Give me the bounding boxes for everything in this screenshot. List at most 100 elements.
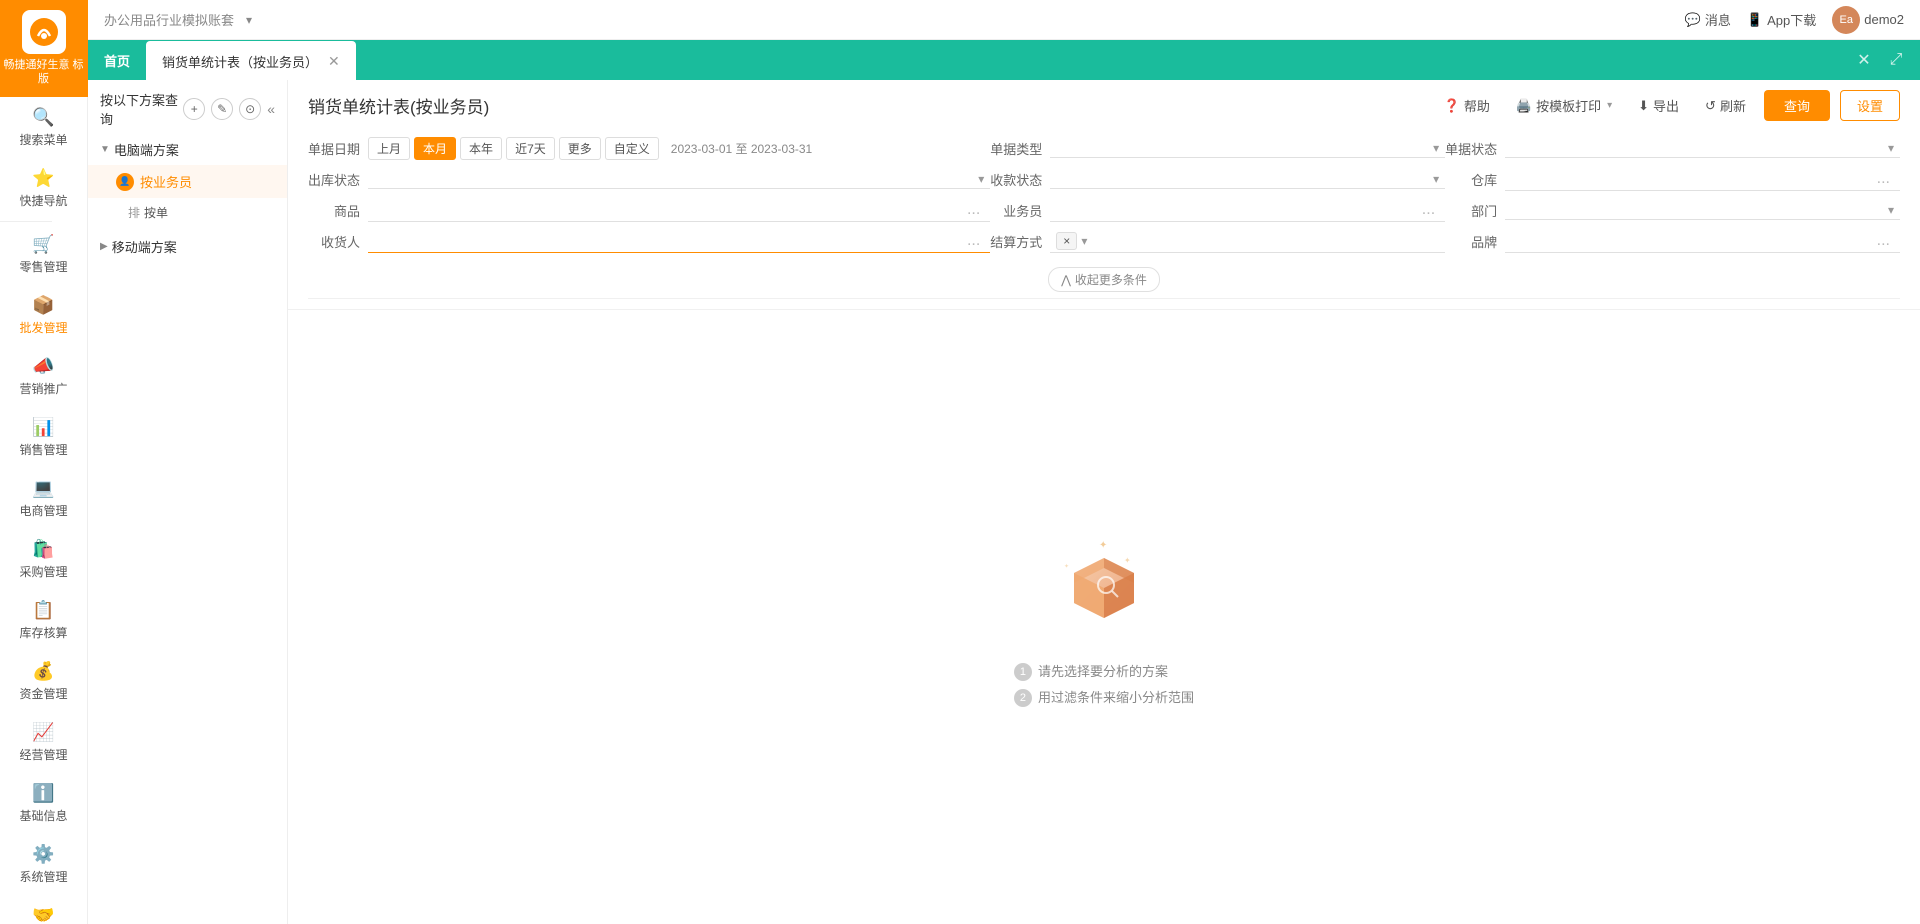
sidebar-item-corp[interactable]: 🤝 企业协同 (0, 895, 87, 924)
pay-method-control[interactable]: × ▾ (1050, 230, 1445, 253)
edit-scheme-btn[interactable]: ✎ (211, 98, 233, 120)
page-header-row: 销货单统计表(按业务员) ❓ 帮助 🖨️ 按模板打印 ▾ ⬇ 导出 (288, 80, 1920, 127)
refresh-btn[interactable]: ↺ 刷新 (1697, 92, 1754, 119)
receipt-status-control[interactable]: ▾ (1050, 170, 1445, 189)
staff-dots[interactable]: ... (1418, 201, 1439, 219)
doc-status-label: 单据状态 (1445, 139, 1505, 158)
filter-consignee: 收货人 ... (308, 230, 990, 253)
brand-control[interactable]: ... (1505, 230, 1900, 253)
refresh-icon: ↺ (1705, 98, 1716, 114)
export-label: 导出 (1653, 96, 1679, 115)
sidebar-item-inventory[interactable]: 📋 库存核算 (0, 590, 87, 651)
goods-dots[interactable]: ... (963, 201, 984, 219)
ecommerce-icon: 💻 (32, 478, 54, 499)
doc-type-control[interactable]: ▾ (1050, 139, 1445, 158)
sidebar-item-shortcut[interactable]: ⭐ 快捷导航 (0, 158, 87, 219)
warehouse-control[interactable]: ... (1505, 168, 1900, 191)
tab-home[interactable]: 首页 (88, 40, 146, 80)
help-btn[interactable]: ❓ 帮助 (1436, 92, 1498, 119)
topbar-right: 💬 消息 📱 App下载 Ea demo2 (1685, 6, 1904, 34)
main-area: 办公用品行业模拟账套 ▾ 💬 消息 📱 App下载 Ea demo2 首页 (88, 0, 1920, 924)
sidebar-item-marketing[interactable]: 📣 营销推广 (0, 346, 87, 407)
user-menu[interactable]: Ea demo2 (1832, 6, 1904, 34)
date-btn-last-month[interactable]: 上月 (368, 137, 410, 160)
warehouse-dots[interactable]: ... (1873, 170, 1894, 188)
search-icon: 🔍 (32, 107, 54, 128)
brand-dots[interactable]: ... (1873, 232, 1894, 250)
svg-text:✦: ✦ (1099, 540, 1107, 551)
print-label: 按模板打印 (1536, 96, 1601, 115)
sidebar-item-ops[interactable]: 📈 经营管理 (0, 712, 87, 773)
dept-dropdown-arrow: ▾ (1888, 203, 1894, 217)
star-icon: ⭐ (32, 168, 54, 189)
subitem-icon: 排 (128, 204, 140, 221)
out-status-label: 出库状态 (308, 170, 368, 189)
empty-state: ✦ ✦ ✦ 1 请先选择要分析的方案 2 用过滤条件来 (288, 310, 1920, 924)
sales-icon: 📊 (32, 417, 54, 438)
sidebar-item-label: 销售管理 (19, 441, 67, 458)
brand-label: 品牌 (1445, 232, 1505, 251)
app-download-btn[interactable]: 📱 App下载 (1747, 10, 1816, 29)
filter-row-1: 单据日期 上月 本月 本年 近7天 更多 自定义 2023-03-01 至 20… (308, 137, 1900, 160)
date-btn-7days[interactable]: 近7天 (506, 137, 555, 160)
filter-doc-type: 单据类型 ▾ (990, 139, 1445, 158)
help-icon: ❓ (1444, 98, 1460, 114)
sidebar-item-finance[interactable]: 💰 资金管理 (0, 651, 87, 712)
sidebar-item-label: 营销推广 (19, 380, 67, 397)
consignee-control[interactable]: ... (368, 230, 990, 253)
tab-expand-btn[interactable]: ⤢ (1884, 48, 1908, 72)
copy-icon: ⊙ (245, 102, 255, 116)
left-panel-title: 按以下方案查询 (100, 90, 183, 128)
tab-close-all-btn[interactable]: ✕ (1852, 48, 1876, 72)
left-panel-subitem-by-order[interactable]: 排 按单 (88, 198, 287, 227)
consignee-dots[interactable]: ... (963, 232, 984, 250)
copy-scheme-btn[interactable]: ⊙ (239, 98, 261, 120)
doc-status-control[interactable]: ▾ (1505, 139, 1900, 158)
left-panel-item-by-staff[interactable]: 👤 按业务员 (88, 165, 287, 198)
mobile-section-header[interactable]: ▶ 移动端方案 (88, 231, 287, 262)
tab-sales-stat[interactable]: 销货单统计表（按业务员） ✕ (146, 41, 356, 81)
add-scheme-btn[interactable]: + (183, 98, 205, 120)
date-btn-custom[interactable]: 自定义 (605, 137, 659, 160)
doc-type-label: 单据类型 (990, 139, 1050, 158)
date-btn-more[interactable]: 更多 (559, 137, 601, 160)
sidebar-item-label: 电商管理 (19, 502, 67, 519)
date-btn-this-year[interactable]: 本年 (460, 137, 502, 160)
filter-area: 单据日期 上月 本月 本年 近7天 更多 自定义 2023-03-01 至 20… (288, 127, 1920, 310)
sidebar-item-label: 经营管理 (19, 746, 67, 763)
sidebar-item-search[interactable]: 🔍 搜索菜单 (0, 97, 87, 158)
sidebar-item-system[interactable]: ⚙️ 系统管理 (0, 834, 87, 895)
sidebar-item-wholesale[interactable]: 📦 批发管理 (0, 285, 87, 346)
topbar: 办公用品行业模拟账套 ▾ 💬 消息 📱 App下载 Ea demo2 (88, 0, 1920, 40)
collapse-btn[interactable]: ⋀ 收起更多条件 (1048, 267, 1160, 292)
date-btn-this-month[interactable]: 本月 (414, 137, 456, 160)
staff-control[interactable]: ... (1050, 199, 1445, 222)
sidebar-item-purchase[interactable]: 🛍️ 采购管理 (0, 529, 87, 590)
print-btn[interactable]: 🖨️ 按模板打印 ▾ (1508, 92, 1620, 119)
mobile-section-arrow: ▶ (100, 241, 108, 252)
date-range-text: 2023-03-01 至 2023-03-31 (671, 140, 812, 157)
out-status-control[interactable]: ▾ (368, 170, 990, 189)
left-panel-actions: + ✎ ⊙ « (183, 98, 275, 120)
breadcrumb-dropdown[interactable]: ▾ (246, 13, 252, 27)
dept-control[interactable]: ▾ (1505, 201, 1900, 220)
filter-pay-method: 结算方式 × ▾ (990, 230, 1445, 253)
panel-collapse-btn[interactable]: « (267, 101, 275, 117)
message-btn[interactable]: 💬 消息 (1685, 10, 1731, 29)
pc-section-header[interactable]: ▼ 电脑端方案 (88, 134, 287, 165)
query-button[interactable]: 查询 (1764, 90, 1830, 121)
sidebar-item-ecommerce[interactable]: 💻 电商管理 (0, 468, 87, 529)
finance-icon: 💰 (32, 661, 54, 682)
goods-control[interactable]: ... (368, 199, 990, 222)
set-button[interactable]: 设置 (1840, 90, 1900, 121)
tab-close-btn[interactable]: ✕ (328, 53, 340, 70)
ops-icon: 📈 (32, 722, 54, 743)
pay-method-tag-close[interactable]: × (1063, 234, 1070, 248)
sidebar-item-label: 批发管理 (19, 319, 67, 336)
sidebar-item-basic[interactable]: ℹ️ 基础信息 (0, 773, 87, 834)
svg-text:✦: ✦ (1124, 556, 1131, 565)
sidebar-item-retail[interactable]: 🛒 零售管理 (0, 224, 87, 285)
export-btn[interactable]: ⬇ 导出 (1630, 92, 1687, 119)
sidebar-item-sales[interactable]: 📊 销售管理 (0, 407, 87, 468)
filter-goods: 商品 ... (308, 199, 990, 222)
